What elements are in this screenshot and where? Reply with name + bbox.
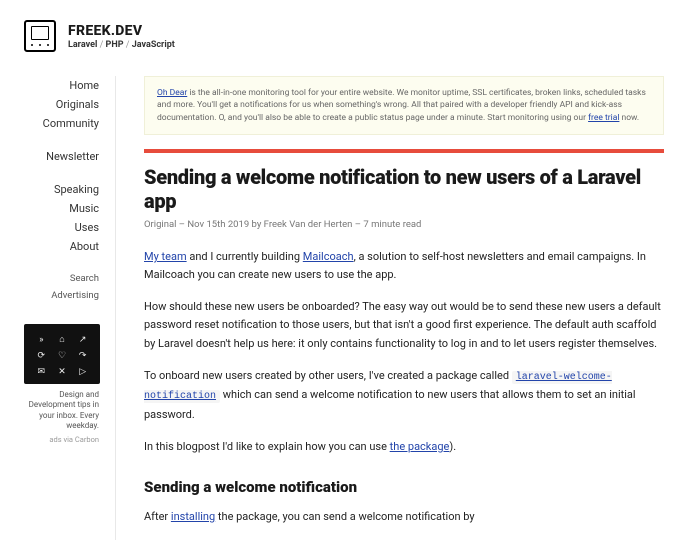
paragraph: In this blogpost I'd like to explain how…	[144, 438, 664, 456]
site-title[interactable]: FREEK.DEV	[68, 23, 175, 39]
sidebar: Home Originals Community Newsletter Spea…	[24, 76, 116, 540]
promo-banner: Oh Dear is the all-in-one monitoring too…	[144, 76, 664, 135]
nav-community[interactable]: Community	[24, 114, 99, 133]
carbon-text: Design and Development tips in your inbo…	[24, 390, 99, 432]
nav-speaking[interactable]: Speaking	[24, 180, 99, 199]
paragraph: My team and I currently building Mailcoa…	[144, 248, 664, 284]
carbon-image: »⌂↗ ⟳♡↷ ✉✕▷	[24, 324, 100, 384]
site-subtitle: Laravel / PHP / JavaScript	[68, 40, 175, 50]
nav-uses[interactable]: Uses	[24, 218, 99, 237]
carbon-via: ads via Carbon	[24, 435, 99, 444]
divider-red	[144, 149, 664, 153]
main-content: Oh Dear is the all-in-one monitoring too…	[144, 76, 664, 540]
nav-about[interactable]: About	[24, 237, 99, 256]
nav-originals[interactable]: Originals	[24, 95, 99, 114]
link-mailcoach[interactable]: Mailcoach	[303, 250, 354, 263]
promo-link-trial[interactable]: free trial	[588, 113, 619, 123]
paragraph: After installing the package, you can se…	[144, 508, 664, 526]
link-the-package[interactable]: the package	[390, 440, 450, 453]
nav-home[interactable]: Home	[24, 76, 99, 95]
promo-link-ohdear[interactable]: Oh Dear	[157, 88, 187, 98]
paragraph: How should these new users be onboarded?…	[144, 298, 664, 352]
nav-music[interactable]: Music	[24, 199, 99, 218]
carbon-ad[interactable]: »⌂↗ ⟳♡↷ ✉✕▷ Design and Development tips …	[24, 324, 99, 444]
nav-newsletter[interactable]: Newsletter	[24, 147, 99, 166]
section-heading: Sending a welcome notification	[144, 478, 664, 496]
nav-advertising[interactable]: Advertising	[24, 287, 99, 304]
nav-search[interactable]: Search	[24, 270, 99, 287]
article-meta: Original – Nov 15th 2019 by Freek Van de…	[144, 219, 664, 230]
article-title: Sending a welcome notification to new us…	[144, 165, 664, 213]
paragraph: To onboard new users created by other us…	[144, 367, 664, 424]
site-header: FREEK.DEV Laravel / PHP / JavaScript	[24, 20, 664, 52]
link-my-team[interactable]: My team	[144, 250, 187, 263]
logo-icon[interactable]	[24, 20, 56, 52]
